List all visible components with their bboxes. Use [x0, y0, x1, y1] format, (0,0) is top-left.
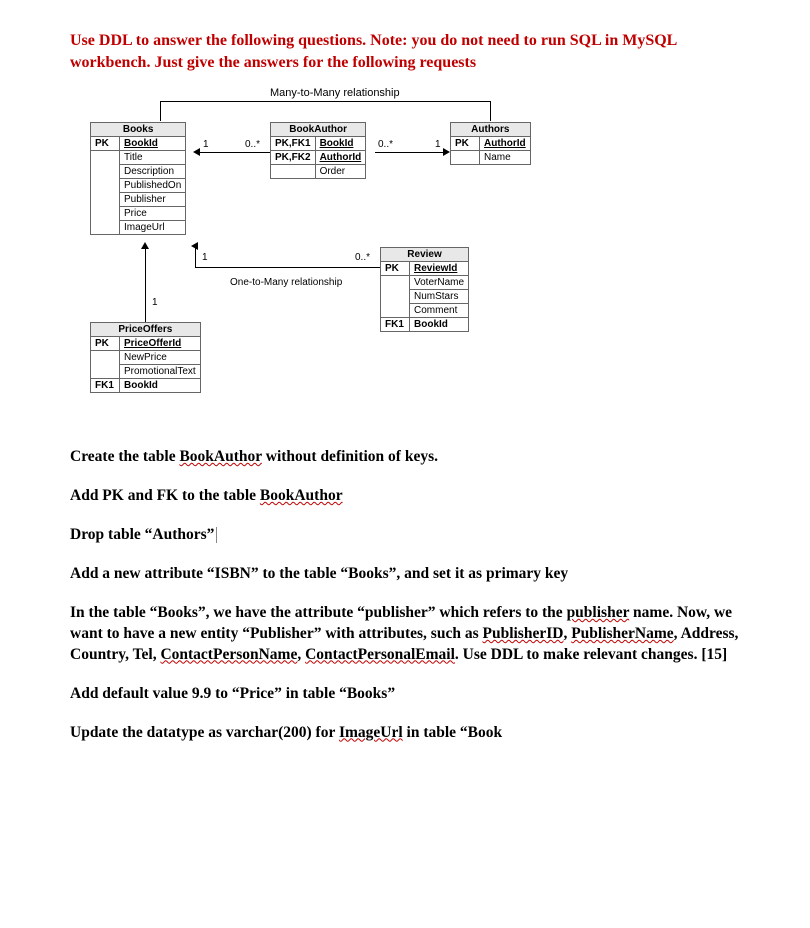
multiplicity-one: 1	[152, 297, 158, 308]
question-4: Add a new attribute “ISBN” to the table …	[70, 564, 740, 585]
priceoffers-fk-field: BookId	[120, 379, 201, 393]
question-7: Update the datatype as varchar(200) for …	[70, 723, 740, 744]
priceoffers-fk-label: FK1	[91, 379, 120, 393]
review-attr: NumStars	[410, 290, 469, 304]
review-attr: Comment	[410, 304, 469, 318]
review-title: Review	[381, 248, 469, 262]
er-diagram: Many-to-Many relationship Books PKBookId…	[80, 87, 620, 417]
review-pk-label: PK	[381, 262, 410, 276]
books-attr: PublishedOn	[120, 179, 186, 193]
q5-wavy: ContactPersonName	[160, 646, 297, 663]
multiplicity-many: 0..*	[378, 139, 393, 150]
bookauthor-order: Order	[315, 165, 366, 179]
arrow-icon	[191, 242, 198, 250]
entity-bookauthor: BookAuthor PK,FK1BookId PK,FK2AuthorId O…	[270, 122, 366, 179]
priceoffers-pk-field: PriceOfferId	[120, 337, 201, 351]
question-5: In the table “Books”, we have the attrib…	[70, 603, 740, 666]
priceoffers-pk-label: PK	[91, 337, 120, 351]
bookauthor-pk2-label: PK,FK2	[271, 151, 316, 165]
priceoffers-title: PriceOffers	[91, 323, 201, 337]
one-to-many-label: One-to-Many relationship	[230, 277, 342, 288]
entity-books: Books PKBookId Title Description Publish…	[90, 122, 186, 235]
review-fk-field: BookId	[410, 318, 469, 332]
authors-pk-label: PK	[451, 137, 480, 151]
arrow-icon	[141, 242, 149, 249]
question-6: Add default value 9.9 to “Price” in tabl…	[70, 684, 740, 705]
q1-text: Create the table	[70, 448, 179, 465]
q5-wavy: ContactPersonalEmail	[305, 646, 455, 663]
books-attr: ImageUrl	[120, 221, 186, 235]
multiplicity-one: 1	[203, 139, 209, 150]
books-title: Books	[91, 123, 186, 137]
entity-review: Review PKReviewId VoterName NumStars Com…	[380, 247, 469, 332]
question-3: Drop table “Authors”	[70, 525, 740, 546]
books-attr: Title	[120, 151, 186, 165]
entity-authors: Authors PKAuthorId Name	[450, 122, 531, 165]
books-pk-field: BookId	[120, 137, 186, 151]
q1-wavy: BookAuthor	[179, 448, 261, 465]
authors-name: Name	[480, 151, 531, 165]
authors-pk-field: AuthorId	[480, 137, 531, 151]
many-to-many-label: Many-to-Many relationship	[270, 87, 400, 99]
multiplicity-one: 1	[202, 252, 208, 263]
bookauthor-pk1-label: PK,FK1	[271, 137, 316, 151]
multiplicity-many: 0..*	[355, 252, 370, 263]
bookauthor-title: BookAuthor	[271, 123, 366, 137]
question-2: Add PK and FK to the table BookAuthor	[70, 486, 740, 507]
q7-text: Update the datatype as varchar(200) for	[70, 724, 339, 741]
entity-priceoffers: PriceOffers PKPriceOfferId NewPrice Prom…	[90, 322, 201, 393]
q7-text2: in table “Book	[403, 724, 502, 741]
q2-text: Add PK and FK to the table	[70, 487, 260, 504]
q7-wavy: ImageUrl	[339, 724, 403, 741]
arrow-icon	[193, 148, 200, 156]
priceoffers-attr: PromotionalText	[120, 365, 201, 379]
bookauthor-pk2-field: AuthorId	[315, 151, 366, 165]
q5-wavy: PublisherID	[482, 625, 563, 642]
review-attr: VoterName	[410, 276, 469, 290]
books-attr: Publisher	[120, 193, 186, 207]
arrow-icon	[443, 148, 450, 156]
instruction-heading: Use DDL to answer the following question…	[70, 30, 740, 73]
q5-text: . Use DDL to make relevant changes. [15]	[455, 646, 727, 663]
priceoffers-attr: NewPrice	[120, 351, 201, 365]
books-attr: Price	[120, 207, 186, 221]
bookauthor-pk1-field: BookId	[315, 137, 366, 151]
review-pk-field: ReviewId	[410, 262, 469, 276]
multiplicity-one: 1	[435, 139, 441, 150]
question-1: Create the table BookAuthor without defi…	[70, 447, 740, 468]
q3-text: Drop table “Authors”	[70, 526, 214, 543]
books-attr: Description	[120, 165, 186, 179]
q5-text: In the table “Books”, we have the attrib…	[70, 604, 567, 621]
books-pk-label: PK	[91, 137, 120, 151]
q1-text2: without definition of keys.	[262, 448, 438, 465]
review-fk-label: FK1	[381, 318, 410, 332]
q5-wavy: PublisherName	[571, 625, 673, 642]
text-cursor-icon	[216, 527, 217, 543]
authors-title: Authors	[451, 123, 531, 137]
multiplicity-many: 0..*	[245, 139, 260, 150]
q5-wavy: publisher	[567, 604, 630, 621]
q5-text: ,	[297, 646, 305, 663]
q2-wavy: BookAuthor	[260, 487, 343, 504]
